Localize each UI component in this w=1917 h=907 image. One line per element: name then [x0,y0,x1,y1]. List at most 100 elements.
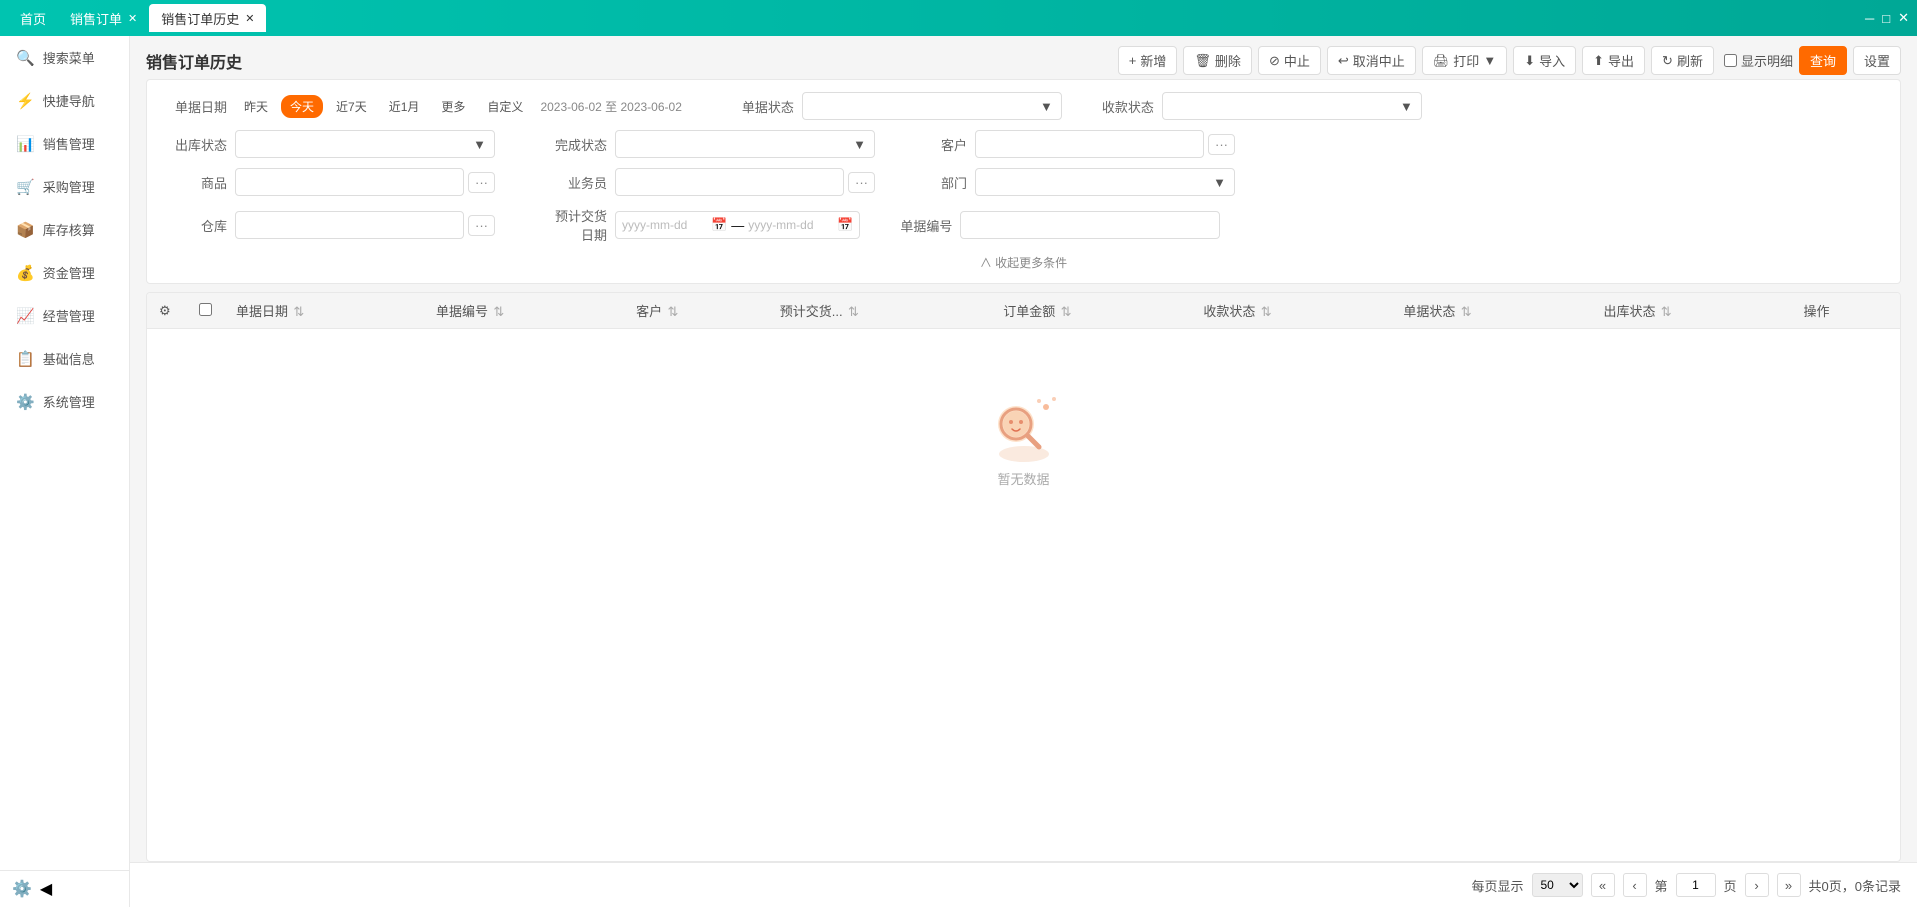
dept-select[interactable]: ▼ [975,168,1235,196]
sidebar-item-finance-label: 资金管理 [43,263,95,282]
delivery-date-end[interactable] [748,218,833,232]
sidebar-item-sales[interactable]: 📊 销售管理 [0,122,129,165]
customer-ellipsis[interactable]: ··· [1208,134,1235,155]
delivery-date-start[interactable] [622,218,707,232]
collapse-btn[interactable]: ∧ 收起更多条件 [163,254,1884,271]
display-toggle-checkbox[interactable] [1724,54,1737,67]
per-page-label: 每页显示 [1471,876,1523,895]
goods-input[interactable] [235,168,464,196]
salesman-ellipsis[interactable]: ··· [848,172,875,193]
select-all-checkbox[interactable] [199,303,212,316]
sidebar-item-baseinfo[interactable]: 📋 基础信息 [0,337,129,380]
first-page-btn[interactable]: « [1591,873,1615,897]
query-label: 查询 [1810,51,1836,70]
goods-label: 商品 [163,173,227,192]
tab-sales-order-history-close[interactable]: ✕ [245,12,254,25]
date-tag-yesterday[interactable]: 昨天 [235,95,277,118]
per-page-select[interactable]: 10 20 50 100 [1532,873,1583,897]
customer-input-group: ··· [975,130,1235,158]
outbound-select[interactable]: ▼ [235,130,495,158]
salesman-input[interactable] [615,168,844,196]
gear-icon[interactable]: ⚙ [159,303,171,318]
settings-button[interactable]: 设置 [1853,46,1901,75]
no-data-illustration [974,389,1074,469]
calendar-icon-end[interactable]: 📅 [837,217,853,233]
sidebar-item-inventory-label: 库存核算 [43,220,95,239]
query-button[interactable]: 查询 [1799,46,1847,75]
new-label: 新增 [1140,51,1166,70]
col-amount[interactable]: 订单金额 ⇅ [991,293,1191,329]
col-customer-label: 客户 [636,304,662,319]
refresh-button[interactable]: ↻ 刷新 [1651,46,1714,75]
operations-icon: 📈 [16,307,35,325]
page-suffix: 页 [1724,876,1737,895]
sidebar-item-operations[interactable]: 📈 经营管理 [0,294,129,337]
tab-sales-order-close[interactable]: ✕ [128,12,137,25]
table-wrapper: ⚙ 单据日期 ⇅ 单据编号 ⇅ [146,292,1901,862]
tab-sales-order-history[interactable]: 销售订单历史 ✕ [149,4,266,32]
doc-status-select[interactable]: ▼ [802,92,1062,120]
col-customer[interactable]: 客户 ⇅ [624,293,768,329]
tab-sales-order[interactable]: 销售订单 ✕ [58,4,149,32]
display-toggle[interactable]: 显示明细 [1724,51,1793,70]
customer-input[interactable] [975,130,1204,158]
export-button[interactable]: ⬆ 导出 [1582,46,1645,75]
no-data-cell: 暂无数据 [147,329,1900,549]
sidebar-item-system[interactable]: ⚙️ 系统管理 [0,380,129,423]
col-doc-status[interactable]: 单据状态 ⇅ [1391,293,1591,329]
goods-ellipsis[interactable]: ··· [468,172,495,193]
min-icon[interactable]: ─ [1865,11,1874,26]
next-page-btn[interactable]: › [1745,873,1769,897]
sidebar-item-finance[interactable]: 💰 资金管理 [0,251,129,294]
page-input[interactable] [1676,873,1716,897]
dept-label: 部门 [903,173,967,192]
import-button[interactable]: ⬇ 导入 [1513,46,1576,75]
max-icon[interactable]: □ [1882,11,1890,26]
col-delivery[interactable]: 预计交货... ⇅ [768,293,992,329]
stop-button[interactable]: ⊘ 中止 [1258,46,1321,75]
cancel-stop-button[interactable]: ↩ 取消中止 [1327,46,1416,75]
close-icon[interactable]: ✕ [1898,10,1909,26]
date-tag-section: 昨天 今天 近7天 近1月 更多 自定义 2023-06-02 至 2023-0… [235,95,682,118]
prev-page-btn[interactable]: ‹ [1623,873,1647,897]
warehouse-ellipsis[interactable]: ··· [468,215,495,236]
gear-col: ⚙ [147,293,187,329]
calendar-icon-start[interactable]: 📅 [711,217,727,233]
print-button[interactable]: 🖨 打印 ▼ [1422,46,1507,75]
date-tag-custom[interactable]: 自定义 [478,95,532,118]
sidebar-item-search[interactable]: 🔍 搜索菜单 [0,36,129,79]
col-number[interactable]: 单据编号 ⇅ [424,293,624,329]
date-tag-1month[interactable]: 近1月 [380,95,429,118]
stop-icon: ⊘ [1269,53,1280,69]
sidebar-settings-icon[interactable]: ⚙️ [12,879,32,899]
tab-home[interactable]: 首页 [8,4,58,32]
no-data-text: 暂无数据 [997,469,1049,488]
sidebar-item-quicknav[interactable]: ⚡ 快捷导航 [0,79,129,122]
dept-arrow: ▼ [1213,175,1226,190]
delete-button[interactable]: 🗑 删除 [1183,46,1252,75]
sales-icon: 📊 [16,135,35,153]
print-arrow-icon: ▼ [1483,53,1496,68]
main-layout: 🔍 搜索菜单 ⚡ 快捷导航 📊 销售管理 🛒 采购管理 📦 库存核算 💰 资金管… [0,36,1917,907]
new-button[interactable]: + 新增 [1118,46,1178,75]
refresh-icon: ↻ [1662,53,1673,69]
no-data-container: 暂无数据 [147,329,1900,548]
date-tag-more[interactable]: 更多 [432,95,474,118]
last-page-btn[interactable]: » [1777,873,1801,897]
sidebar-item-purchase[interactable]: 🛒 采购管理 [0,165,129,208]
import-icon: ⬇ [1524,53,1535,69]
doc-number-input[interactable] [960,211,1220,239]
col-date[interactable]: 单据日期 ⇅ [224,293,424,329]
content-area: 销售订单历史 + 新增 🗑 删除 ⊘ 中止 ↩ 取消中止 [130,36,1917,907]
warehouse-input[interactable] [235,211,464,239]
complete-select[interactable]: ▼ [615,130,875,158]
sidebar-collapse-icon[interactable]: ◀ [40,879,52,899]
col-actions: 操作 [1791,293,1900,329]
sidebar-item-inventory[interactable]: 📦 库存核算 [0,208,129,251]
receipt-status-select[interactable]: ▼ [1162,92,1422,120]
date-tag-today[interactable]: 今天 [281,95,323,118]
col-receipt-status[interactable]: 收款状态 ⇅ [1191,293,1391,329]
col-outbound-status[interactable]: 出库状态 ⇅ [1591,293,1791,329]
date-tag-7days[interactable]: 近7天 [327,95,376,118]
system-icon: ⚙️ [16,393,35,411]
